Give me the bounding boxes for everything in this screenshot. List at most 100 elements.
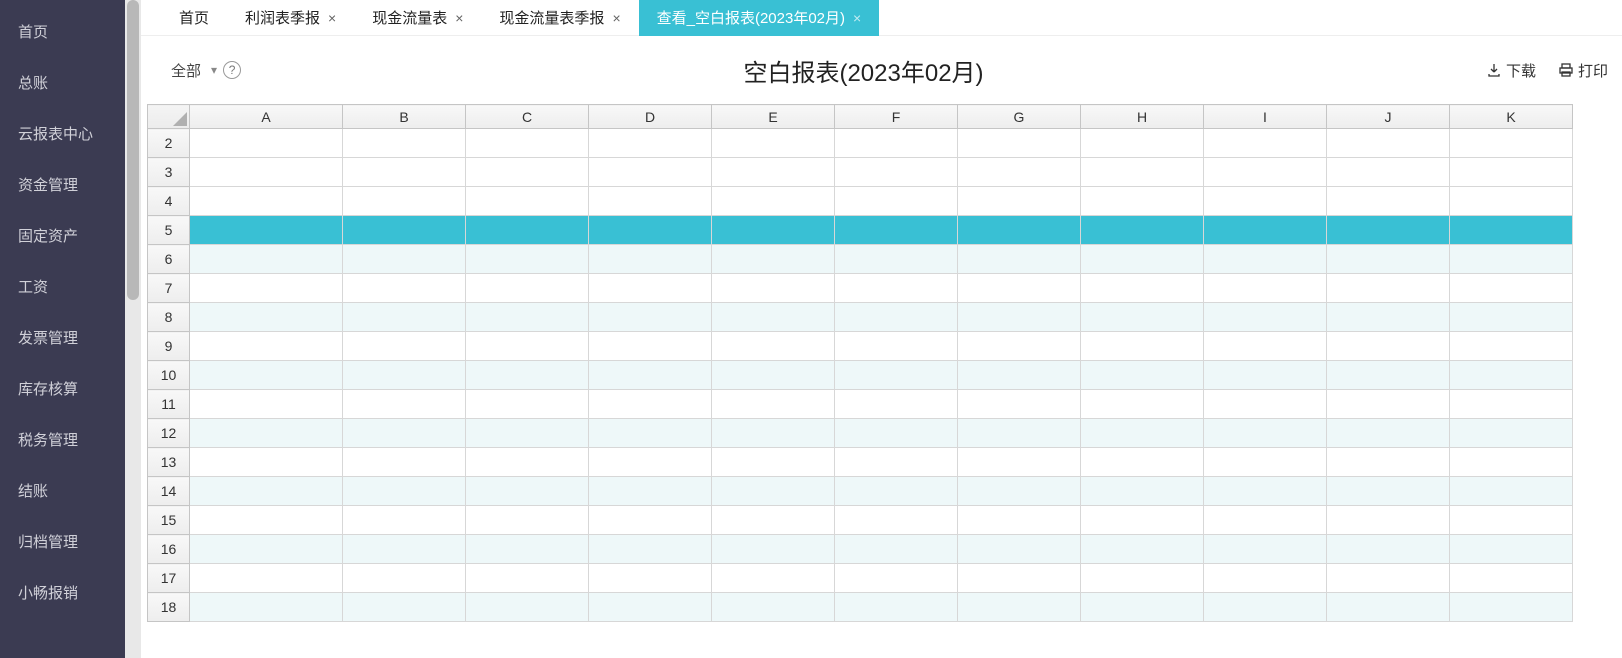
- cell-D8[interactable]: [589, 303, 712, 332]
- cell-A18[interactable]: [190, 593, 343, 622]
- cell-G4[interactable]: [958, 187, 1081, 216]
- tab-3[interactable]: 现金流量表季报×: [481, 0, 638, 36]
- row-header-17[interactable]: 17: [148, 564, 190, 593]
- sidebar-scrollbar[interactable]: [125, 0, 141, 658]
- cell-K11[interactable]: [1450, 390, 1573, 419]
- cell-D16[interactable]: [589, 535, 712, 564]
- select-all-corner[interactable]: [148, 105, 190, 129]
- cell-G17[interactable]: [958, 564, 1081, 593]
- cell-I16[interactable]: [1204, 535, 1327, 564]
- cell-K10[interactable]: [1450, 361, 1573, 390]
- cell-G16[interactable]: [958, 535, 1081, 564]
- cell-G9[interactable]: [958, 332, 1081, 361]
- cell-K18[interactable]: [1450, 593, 1573, 622]
- cell-A3[interactable]: [190, 158, 343, 187]
- row-header-16[interactable]: 16: [148, 535, 190, 564]
- cell-H15[interactable]: [1081, 506, 1204, 535]
- cell-E5[interactable]: [712, 216, 835, 245]
- cell-D17[interactable]: [589, 564, 712, 593]
- row-header-12[interactable]: 12: [148, 419, 190, 448]
- cell-I13[interactable]: [1204, 448, 1327, 477]
- cell-A5[interactable]: [190, 216, 343, 245]
- column-header-G[interactable]: G: [958, 105, 1081, 129]
- cell-K14[interactable]: [1450, 477, 1573, 506]
- cell-F5[interactable]: [835, 216, 958, 245]
- cell-G13[interactable]: [958, 448, 1081, 477]
- help-icon[interactable]: ?: [223, 61, 241, 79]
- cell-J6[interactable]: [1327, 245, 1450, 274]
- cell-E15[interactable]: [712, 506, 835, 535]
- cell-D9[interactable]: [589, 332, 712, 361]
- cell-B4[interactable]: [343, 187, 466, 216]
- cell-B15[interactable]: [343, 506, 466, 535]
- sidebar-item-9[interactable]: 结账: [0, 465, 125, 516]
- cell-F4[interactable]: [835, 187, 958, 216]
- cell-K16[interactable]: [1450, 535, 1573, 564]
- spreadsheet[interactable]: ABCDEFGHIJK23456789101112131415161718: [141, 104, 1622, 658]
- cell-J5[interactable]: [1327, 216, 1450, 245]
- cell-A12[interactable]: [190, 419, 343, 448]
- cell-C6[interactable]: [466, 245, 589, 274]
- row-header-10[interactable]: 10: [148, 361, 190, 390]
- cell-J13[interactable]: [1327, 448, 1450, 477]
- cell-C4[interactable]: [466, 187, 589, 216]
- cell-I3[interactable]: [1204, 158, 1327, 187]
- cell-F7[interactable]: [835, 274, 958, 303]
- cell-A13[interactable]: [190, 448, 343, 477]
- cell-D15[interactable]: [589, 506, 712, 535]
- cell-J4[interactable]: [1327, 187, 1450, 216]
- sidebar-item-4[interactable]: 固定资产: [0, 210, 125, 261]
- cell-C15[interactable]: [466, 506, 589, 535]
- cell-E2[interactable]: [712, 129, 835, 158]
- column-header-A[interactable]: A: [190, 105, 343, 129]
- cell-A2[interactable]: [190, 129, 343, 158]
- row-header-13[interactable]: 13: [148, 448, 190, 477]
- row-header-5[interactable]: 5: [148, 216, 190, 245]
- cell-G6[interactable]: [958, 245, 1081, 274]
- cell-I9[interactable]: [1204, 332, 1327, 361]
- cell-E17[interactable]: [712, 564, 835, 593]
- cell-F12[interactable]: [835, 419, 958, 448]
- cell-J9[interactable]: [1327, 332, 1450, 361]
- cell-I8[interactable]: [1204, 303, 1327, 332]
- cell-I5[interactable]: [1204, 216, 1327, 245]
- column-header-I[interactable]: I: [1204, 105, 1327, 129]
- sidebar-item-7[interactable]: 库存核算: [0, 363, 125, 414]
- cell-A15[interactable]: [190, 506, 343, 535]
- row-header-18[interactable]: 18: [148, 593, 190, 622]
- cell-A7[interactable]: [190, 274, 343, 303]
- cell-H9[interactable]: [1081, 332, 1204, 361]
- cell-E18[interactable]: [712, 593, 835, 622]
- row-header-11[interactable]: 11: [148, 390, 190, 419]
- cell-I17[interactable]: [1204, 564, 1327, 593]
- row-header-9[interactable]: 9: [148, 332, 190, 361]
- cell-K7[interactable]: [1450, 274, 1573, 303]
- cell-H12[interactable]: [1081, 419, 1204, 448]
- cell-B16[interactable]: [343, 535, 466, 564]
- cell-B2[interactable]: [343, 129, 466, 158]
- cell-J8[interactable]: [1327, 303, 1450, 332]
- cell-G8[interactable]: [958, 303, 1081, 332]
- cell-K2[interactable]: [1450, 129, 1573, 158]
- cell-C9[interactable]: [466, 332, 589, 361]
- cell-E13[interactable]: [712, 448, 835, 477]
- cell-C12[interactable]: [466, 419, 589, 448]
- cell-E7[interactable]: [712, 274, 835, 303]
- cell-H7[interactable]: [1081, 274, 1204, 303]
- cell-J17[interactable]: [1327, 564, 1450, 593]
- cell-J7[interactable]: [1327, 274, 1450, 303]
- cell-B11[interactable]: [343, 390, 466, 419]
- cell-F18[interactable]: [835, 593, 958, 622]
- cell-H17[interactable]: [1081, 564, 1204, 593]
- cell-J10[interactable]: [1327, 361, 1450, 390]
- cell-H16[interactable]: [1081, 535, 1204, 564]
- cell-H6[interactable]: [1081, 245, 1204, 274]
- row-header-2[interactable]: 2: [148, 129, 190, 158]
- cell-C11[interactable]: [466, 390, 589, 419]
- cell-A8[interactable]: [190, 303, 343, 332]
- cell-H10[interactable]: [1081, 361, 1204, 390]
- cell-D6[interactable]: [589, 245, 712, 274]
- cell-F16[interactable]: [835, 535, 958, 564]
- cell-E9[interactable]: [712, 332, 835, 361]
- cell-K8[interactable]: [1450, 303, 1573, 332]
